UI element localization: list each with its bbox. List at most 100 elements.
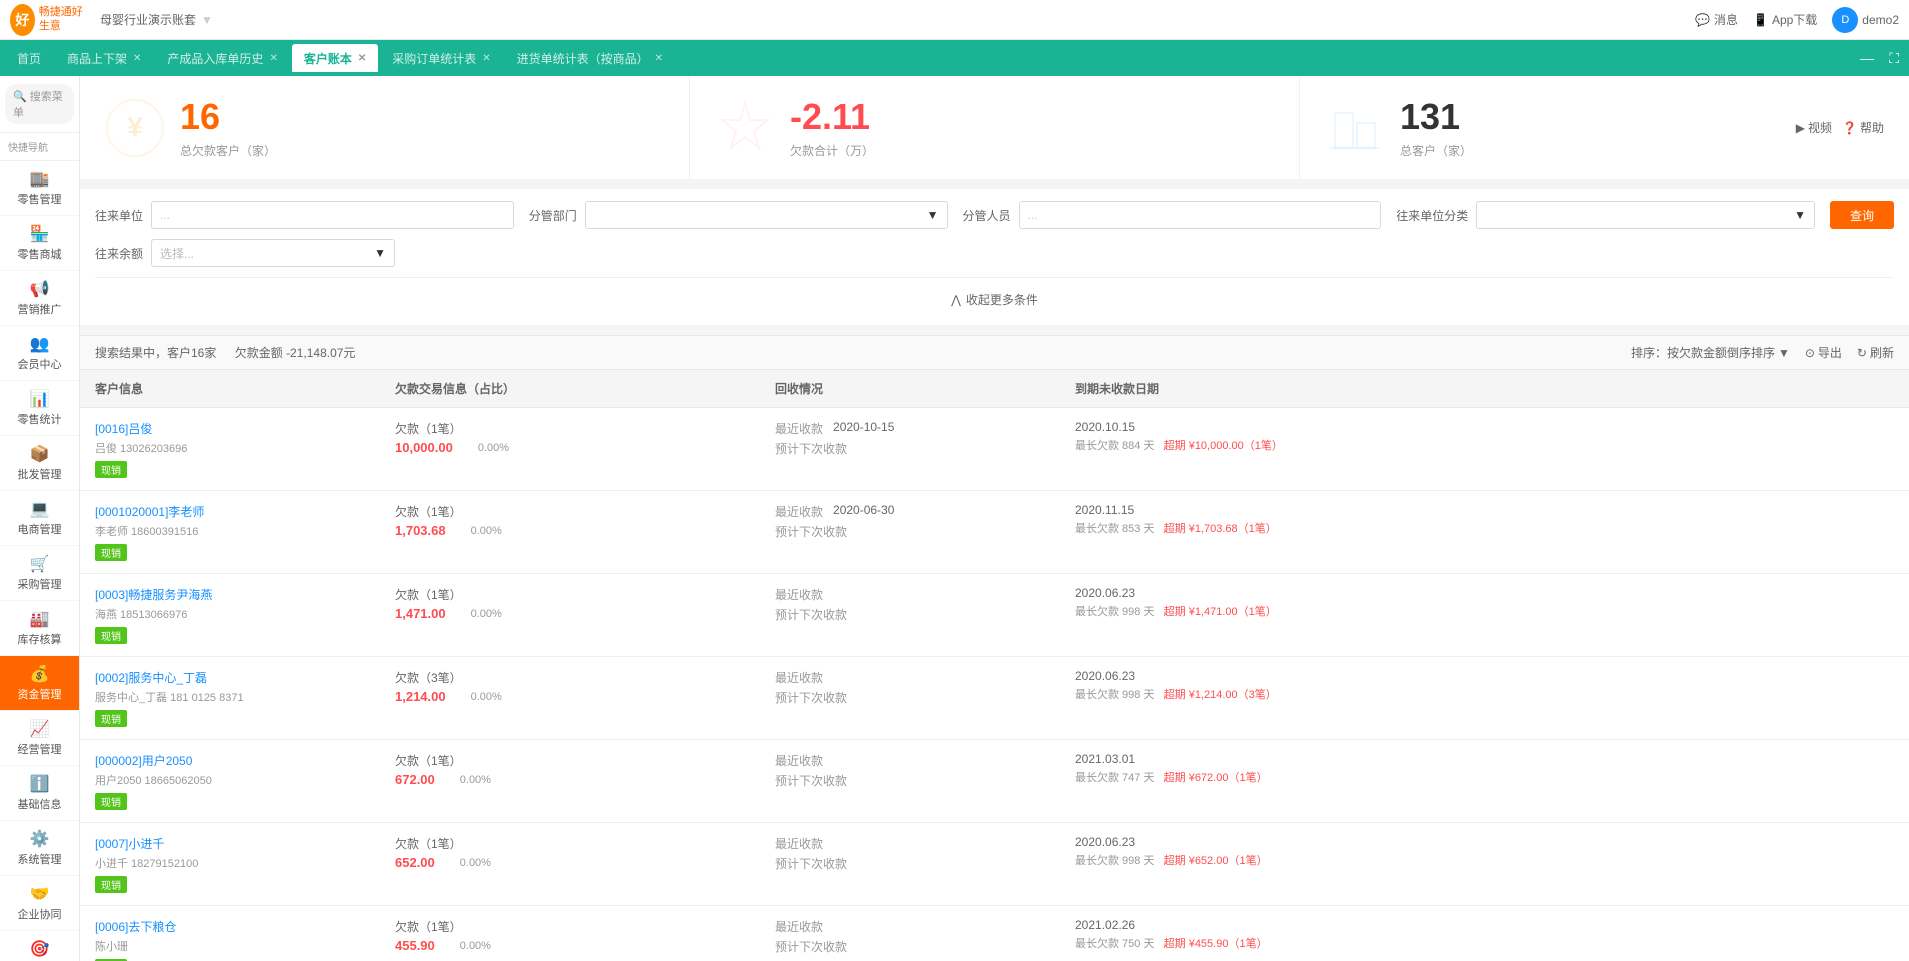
sidebar-item-finance[interactable]: 💰 资金管理: [0, 656, 79, 711]
overdue-link-2[interactable]: 超期 ¥1,471.00（1笔）: [1164, 606, 1277, 618]
customer-sub-3: 服务中心_丁磊 181 0125 8371: [95, 689, 395, 705]
tab-close-product-history[interactable]: ✕: [269, 53, 277, 64]
filter-input-person[interactable]: ...: [1019, 201, 1382, 229]
customer-sub-4: 用户2050 18665062050: [95, 772, 395, 788]
tab-maximize-btn[interactable]: ⛶: [1884, 50, 1904, 67]
debt-info-6: 欠款（1笔） 455.90 0.00%: [395, 918, 775, 953]
stat-actions: ▶ 视频 ❓ 帮助: [1796, 119, 1884, 136]
customer-name-3[interactable]: [0002]服务中心_丁磊: [95, 669, 395, 686]
overdue-link-0[interactable]: 超期 ¥10,000.00（1笔）: [1164, 440, 1283, 452]
customer-name-2[interactable]: [0003]畅捷服务尹海燕: [95, 586, 395, 603]
sidebar-item-retail-stats[interactable]: 📊 零售统计: [0, 381, 79, 436]
results-summary: 搜索结果中，客户16家 欠款金额 -21,148.07元: [95, 344, 355, 361]
customer-name-0[interactable]: [0016]吕俊: [95, 420, 395, 437]
recovery-date-1: 2020-06-30: [833, 503, 894, 520]
retail-stats-icon: 📊: [30, 389, 50, 409]
customer-name-6[interactable]: [0006]去下粮仓: [95, 918, 395, 935]
customer-sub-0: 吕俊 13026203696: [95, 440, 395, 456]
overdue-link-6[interactable]: 超期 ¥455.90（1笔）: [1164, 938, 1268, 950]
header-recovery: 回收情况: [775, 380, 1075, 397]
logo-area: 好 畅捷通好生意: [10, 4, 90, 36]
debt-percent-1: 0.00%: [471, 525, 502, 537]
app-download-btn[interactable]: 📱 App下载: [1753, 11, 1817, 28]
video-btn[interactable]: ▶ 视频: [1796, 119, 1832, 136]
header-customer: 客户信息: [95, 380, 395, 397]
help-btn[interactable]: ❓ 帮助: [1842, 119, 1884, 136]
message-btn[interactable]: 💬 消息: [1695, 11, 1738, 28]
stat-card-total-customers: 131 总客户（家） ▶ 视频 ❓ 帮助: [1300, 76, 1909, 179]
refresh-btn[interactable]: ↻ 刷新: [1857, 344, 1894, 361]
sort-button[interactable]: 排序：按欠款金额倒序排序 ▼: [1631, 344, 1790, 361]
sidebar-item-system[interactable]: ⚙️ 系统管理: [0, 821, 79, 876]
debt-count-6: 欠款（1笔）: [395, 918, 775, 935]
app-selector[interactable]: 母婴行业演示账套 ▼: [100, 11, 213, 28]
basic-info-icon: ℹ️: [30, 774, 50, 794]
tab-purchase-stats[interactable]: 进货单统计表（按商品） ✕: [505, 44, 675, 72]
tab-home[interactable]: 首页: [5, 44, 53, 72]
table-row: [0006]去下粮仓 陈小珊 现销 欠款（1笔） 455.90 0.00% 最近…: [80, 906, 1909, 961]
tab-close-product-off[interactable]: ✕: [133, 53, 141, 64]
tab-minimize-btn[interactable]: —: [1855, 50, 1879, 67]
filter-input-unit[interactable]: ...: [151, 201, 514, 229]
debt-count-5: 欠款（1笔）: [395, 835, 775, 852]
filter-select-balance[interactable]: 选择... ▼: [151, 239, 395, 267]
refresh-icon: ↻: [1857, 346, 1867, 360]
overdue-detail-5: 最长欠款 998 天 超期 ¥652.00（1笔）: [1075, 852, 1894, 868]
export-btn[interactable]: ⊙ 导出: [1805, 344, 1842, 361]
stats-row: ¥ 16 总欠款客户（家） -2.11 欠款合计（万）: [80, 76, 1909, 179]
customer-name-5[interactable]: [0007]小进千: [95, 835, 395, 852]
debt-info-5: 欠款（1笔） 652.00 0.00%: [395, 835, 775, 870]
sidebar-item-retail-mall[interactable]: 🏪 零售商城: [0, 216, 79, 271]
customer-name-1[interactable]: [0001020001]李老师: [95, 503, 395, 520]
top-right: 💬 消息 📱 App下载 D demo2: [1695, 7, 1899, 33]
sidebar-item-enterprise[interactable]: 🤝 企业协同: [0, 876, 79, 931]
filter-select-dept[interactable]: ▼: [585, 201, 948, 229]
overdue-date-3: 2020.06.23: [1075, 669, 1894, 683]
search-button[interactable]: 查询: [1830, 201, 1894, 229]
debt-info-0: 欠款（1笔） 10,000.00 0.00%: [395, 420, 775, 455]
recovery-info-2: 最近收款 预计下次收款: [775, 586, 1075, 626]
tab-close-purchase-stats[interactable]: ✕: [655, 53, 663, 64]
tab-product-off[interactable]: 商品上下架 ✕: [55, 44, 153, 72]
customer-name-4[interactable]: [000002]用户2050: [95, 752, 395, 769]
customer-tag-1: 现销: [95, 544, 127, 561]
sidebar-item-purchase[interactable]: 🛒 采购管理: [0, 546, 79, 601]
sidebar-item-retail-mgmt[interactable]: 🏬 零售管理: [0, 161, 79, 216]
customer-info-4: [000002]用户2050 用户2050 18665062050 现销: [95, 752, 395, 810]
sidebar-item-member[interactable]: 👥 会员中心: [0, 326, 79, 381]
overdue-link-3[interactable]: 超期 ¥1,214.00（3笔）: [1164, 689, 1277, 701]
stat-value-debt-customers: 16: [180, 96, 276, 138]
chevron-down-icon-3: ▼: [374, 246, 386, 260]
tab-close-purchase-order[interactable]: ✕: [482, 53, 490, 64]
search-menu-btn[interactable]: 🔍 搜索菜单: [5, 84, 74, 124]
sidebar-item-operations[interactable]: 📈 经营管理: [0, 711, 79, 766]
overdue-info-0: 2020.10.15 最长欠款 884 天 超期 ¥10,000.00（1笔）: [1075, 420, 1894, 453]
overdue-link-1[interactable]: 超期 ¥1,703.68（1笔）: [1164, 523, 1277, 535]
customer-info-1: [0001020001]李老师 李老师 18600391516 现销: [95, 503, 395, 561]
tab-purchase-order[interactable]: 采购订单统计表 ✕: [380, 44, 502, 72]
sidebar-item-newbie[interactable]: 🎯 新手引导: [0, 931, 79, 961]
debt-percent-3: 0.00%: [471, 691, 502, 703]
sidebar-item-warehouse[interactable]: 🏭 库存核算: [0, 601, 79, 656]
tab-close-customer-account[interactable]: ✕: [358, 53, 366, 64]
sidebar-item-batch-mgmt[interactable]: 📦 批发管理: [0, 436, 79, 491]
sidebar-item-ecom[interactable]: 💻 电商管理: [0, 491, 79, 546]
debt-count-2: 欠款（1笔）: [395, 586, 775, 603]
overdue-date-6: 2021.02.26: [1075, 918, 1894, 932]
filter-select-category[interactable]: ▼: [1476, 201, 1815, 229]
overdue-link-4[interactable]: 超期 ¥672.00（1笔）: [1164, 772, 1268, 784]
sidebar-item-basic-info[interactable]: ℹ️ 基础信息: [0, 766, 79, 821]
retail-mall-icon: 🏪: [30, 224, 50, 244]
debt-info-4: 欠款（1笔） 672.00 0.00%: [395, 752, 775, 787]
customer-tag-5: 现销: [95, 876, 127, 893]
tab-product-history[interactable]: 产成品入库单历史 ✕: [155, 44, 289, 72]
sidebar-item-marketing[interactable]: 📢 营销推广: [0, 271, 79, 326]
customer-tag-2: 现销: [95, 627, 127, 644]
tab-customer-account[interactable]: 客户账本 ✕: [292, 44, 378, 72]
shortcuts-section: 快捷导航: [0, 133, 79, 161]
export-icon: ⊙: [1805, 346, 1815, 360]
debt-percent-6: 0.00%: [460, 940, 491, 952]
overdue-link-5[interactable]: 超期 ¥652.00（1笔）: [1164, 855, 1268, 867]
user-avatar-btn[interactable]: D demo2: [1832, 7, 1899, 33]
collapse-btn[interactable]: ⋀ 收起更多条件: [95, 286, 1894, 313]
